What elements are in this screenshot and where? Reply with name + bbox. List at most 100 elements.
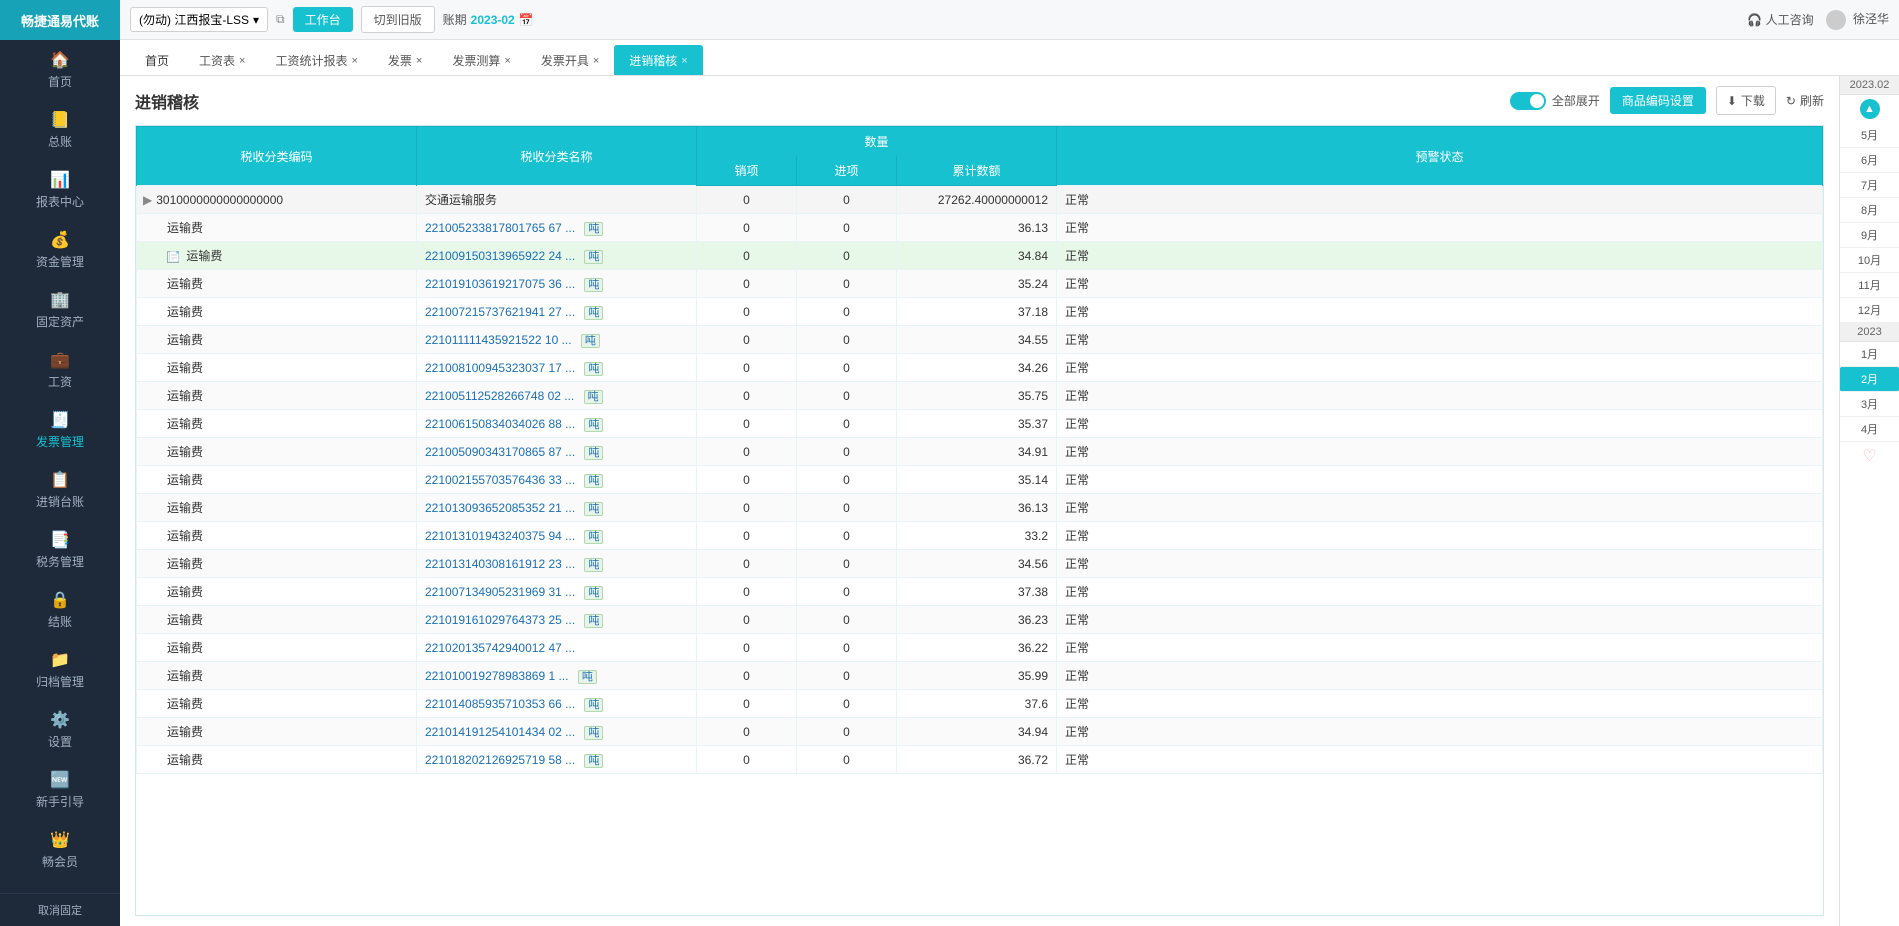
table-row-name: 运输费: [137, 410, 417, 438]
side-month-1[interactable]: 1月: [1840, 342, 1899, 367]
sidebar-item-member[interactable]: 👑 畅会员: [0, 820, 120, 880]
nav-up-btn[interactable]: ▲: [1860, 99, 1880, 119]
company-selector[interactable]: (勿动) 江西报宝-LSS ▾: [130, 7, 268, 32]
page-title: 进销稽核: [135, 89, 199, 113]
close-period-icon: 🔒: [50, 590, 70, 610]
user-info[interactable]: 徐泾华: [1826, 10, 1889, 30]
sidebar-item-settings[interactable]: ⚙️ 设置: [0, 700, 120, 760]
table-row-total: 37.18: [897, 298, 1057, 326]
table-row-code: 221008100945323037 17 ... 吨: [417, 354, 697, 382]
side-month-7[interactable]: 7月: [1840, 173, 1899, 198]
table-row-status: 正常: [1057, 550, 1823, 578]
table-row-sales: 0: [697, 494, 797, 522]
side-month-6[interactable]: 6月: [1840, 148, 1899, 173]
sidebar-item-sales[interactable]: 📋 进销台账: [0, 460, 120, 520]
side-month-8[interactable]: 8月: [1840, 198, 1899, 223]
table-row-name: 运输费: [137, 326, 417, 354]
tabbar: 首页 工资表 × 工资统计报表 × 发票 × 发票测算 × 发票开具 × 进销稽…: [120, 40, 1899, 76]
table-row-status: 正常: [1057, 326, 1823, 354]
tab-payroll-close[interactable]: ×: [239, 55, 245, 67]
sidebar-item-ledger[interactable]: 📒 总账: [0, 100, 120, 160]
tab-invoice-open-label: 发票开具: [541, 52, 589, 69]
table-row-sales: 0: [697, 214, 797, 242]
pin-toggle[interactable]: 取消固定: [0, 893, 120, 926]
sidebar-item-assets[interactable]: 🏢 固定资产: [0, 280, 120, 340]
th-status: 预警状态: [1057, 127, 1823, 186]
table-row-name: 运输费: [137, 382, 417, 410]
table-row-status: 正常: [1057, 746, 1823, 774]
sidebar-item-archive[interactable]: 📁 归档管理: [0, 640, 120, 700]
tab-invoice-calc[interactable]: 发票测算 ×: [437, 45, 525, 75]
tab-purchase-sales-close[interactable]: ×: [681, 55, 687, 67]
company-name: (勿动) 江西报宝-LSS: [139, 11, 249, 28]
workbench-button[interactable]: 工作台: [293, 7, 353, 32]
table-row-sales: 0: [697, 718, 797, 746]
tab-invoice-open-close[interactable]: ×: [593, 55, 599, 67]
table-row-status: 正常: [1057, 214, 1823, 242]
sidebar-item-close-period[interactable]: 🔒 结账: [0, 580, 120, 640]
payroll-icon: 💼: [50, 350, 70, 370]
table-row-status: 正常: [1057, 270, 1823, 298]
page-content: 进销稽核 全部展开 商品编码设置 ⬇ 下载 ↻ 刷新: [120, 76, 1839, 926]
table-row-name: 运输费: [137, 690, 417, 718]
table-row-status: 正常: [1057, 242, 1823, 270]
switch-version-button[interactable]: 切到旧版: [361, 6, 435, 33]
sidebar-item-invoice[interactable]: 🧾 发票管理: [0, 400, 120, 460]
side-month-11[interactable]: 11月: [1840, 273, 1899, 298]
sidebar-item-tax[interactable]: 📑 税务管理: [0, 520, 120, 580]
tab-purchase-sales[interactable]: 进销稽核 ×: [614, 45, 702, 75]
sidebar-item-reports[interactable]: 📊 报表中心: [0, 160, 120, 220]
side-month-9[interactable]: 9月: [1840, 223, 1899, 248]
sidebar-item-home[interactable]: 🏠 首页: [0, 40, 120, 100]
refresh-button[interactable]: ↻ 刷新: [1786, 92, 1824, 109]
download-button[interactable]: ⬇ 下载: [1716, 86, 1776, 115]
side-month-12[interactable]: 12月: [1840, 298, 1899, 323]
pin-label: 取消固定: [38, 902, 82, 918]
tab-invoice-calc-close[interactable]: ×: [504, 55, 510, 67]
settings-icon: ⚙️: [50, 710, 70, 730]
side-month-4[interactable]: 4月: [1840, 417, 1899, 442]
sidebar-item-payroll[interactable]: 💼 工资: [0, 340, 120, 400]
sidebar-item-label: 归档管理: [36, 673, 84, 690]
table-row-status: 正常: [1057, 690, 1823, 718]
table-row-name: 运输费: [137, 354, 417, 382]
th-quantity-group: 数量: [697, 127, 1057, 157]
table-row-purchase: 0: [797, 634, 897, 662]
tab-invoice[interactable]: 发票 ×: [373, 45, 437, 75]
sidebar-item-label: 报表中心: [36, 193, 84, 210]
sidebar-item-label: 总账: [48, 133, 72, 150]
table-row-sales: 0: [697, 438, 797, 466]
settings-button[interactable]: 商品编码设置: [1610, 87, 1706, 114]
table-row-purchase: 0: [797, 578, 897, 606]
tab-payroll-stats-label: 工资统计报表: [275, 52, 347, 69]
tab-payroll[interactable]: 工资表 ×: [184, 45, 260, 75]
sidebar-item-guide[interactable]: 🆕 新手引导: [0, 760, 120, 820]
table-row-status: 正常: [1057, 466, 1823, 494]
headset-icon: 🎧: [1747, 13, 1762, 27]
side-month-2-active[interactable]: 2月: [1840, 367, 1899, 392]
tab-payroll-stats-close[interactable]: ×: [351, 55, 357, 67]
support-button[interactable]: 🎧 人工咨询: [1747, 11, 1813, 28]
table-row-name: 运输费: [137, 662, 417, 690]
tab-home[interactable]: 首页: [130, 45, 184, 75]
tab-invoice-open[interactable]: 发票开具 ×: [526, 45, 614, 75]
side-nav-up[interactable]: ▲: [1840, 95, 1899, 123]
side-month-10[interactable]: 10月: [1840, 248, 1899, 273]
copy-icon[interactable]: ⧉: [276, 12, 285, 27]
calendar-icon[interactable]: 📅: [519, 13, 534, 27]
sidebar-item-funds[interactable]: 💰 资金管理: [0, 220, 120, 280]
tab-invoice-close[interactable]: ×: [416, 55, 422, 67]
tab-payroll-stats[interactable]: 工资统计报表 ×: [260, 45, 372, 75]
table-row-code: 221007215737621941 27 ... 吨: [417, 298, 697, 326]
side-month-5[interactable]: 5月: [1840, 123, 1899, 148]
toggle-switch[interactable]: [1510, 92, 1546, 110]
side-month-3[interactable]: 3月: [1840, 392, 1899, 417]
table-row-name: 运输费: [137, 634, 417, 662]
table-row-sales: 0: [697, 382, 797, 410]
table-row-code: 221011111435921522 10 ... 吨: [417, 326, 697, 354]
expand-toggle[interactable]: 全部展开: [1510, 92, 1600, 110]
table-row-status: 正常: [1057, 522, 1823, 550]
sidebar-item-label: 固定资产: [36, 313, 84, 330]
table-row-total: 36.22: [897, 634, 1057, 662]
th-sales: 销项: [697, 156, 797, 186]
